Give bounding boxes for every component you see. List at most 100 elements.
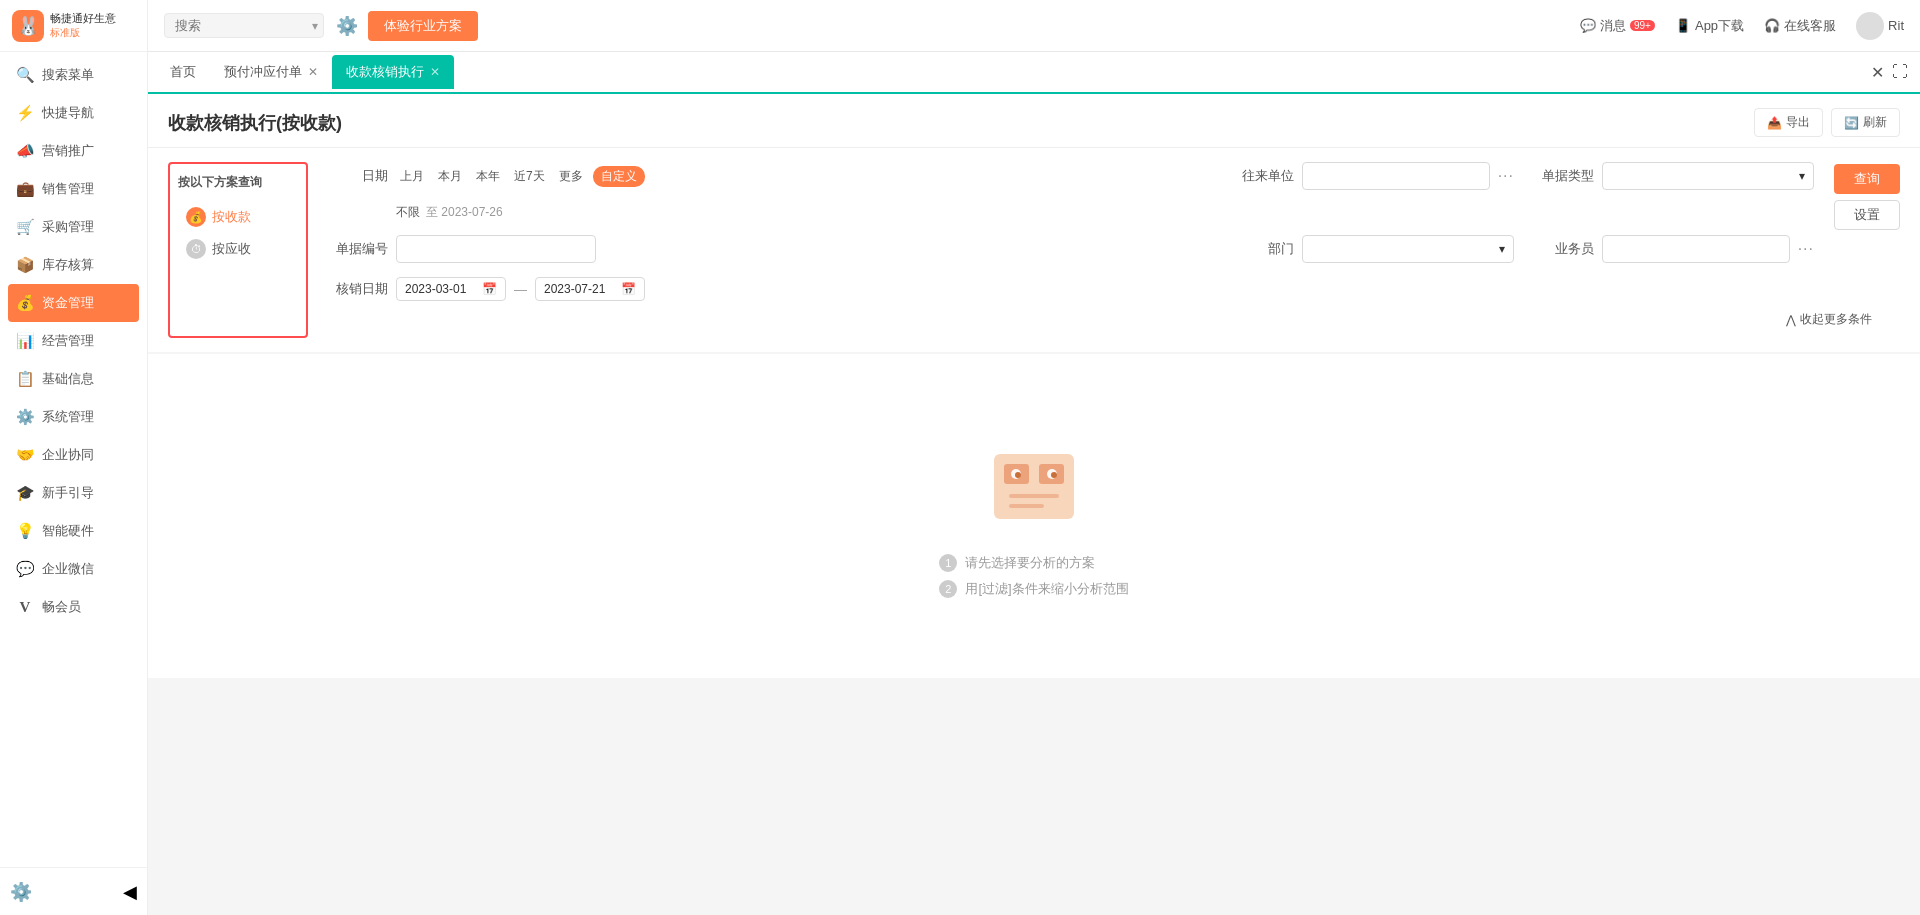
- tab-home[interactable]: 首页: [156, 55, 210, 89]
- date-more[interactable]: 更多: [555, 166, 587, 187]
- tabbar-actions: ✕ ⛶: [1871, 63, 1908, 82]
- sidebar: 🐰 畅捷通好生意 标准版 🔍 搜索菜单 ⚡ 快捷导航 📣 营销推广 💼 销售管理…: [0, 0, 148, 915]
- industry-btn[interactable]: 体验行业方案: [368, 11, 478, 41]
- collapse-row: ⋀ 收起更多条件: [328, 301, 1900, 338]
- filter-sidebar: 按以下方案查询 💰 按收款 ⏱ 按应收: [168, 162, 308, 338]
- sidebar-item-label: 资金管理: [42, 294, 94, 312]
- counterparty-filter-group: 往来单位 ···: [1234, 162, 1514, 190]
- message-btn[interactable]: 💬 消息 99+: [1580, 17, 1655, 35]
- user-name: Rit: [1888, 18, 1904, 33]
- sidebar-item-label: 采购管理: [42, 218, 94, 236]
- writeoff-end-date[interactable]: 2023-07-21 📅: [535, 277, 645, 301]
- tab-writeoff-label: 收款核销执行: [346, 63, 424, 81]
- sidebar-item-quicknav[interactable]: ⚡ 快捷导航: [0, 94, 147, 132]
- export-icon: 📤: [1767, 116, 1782, 130]
- date-7days[interactable]: 近7天: [510, 166, 549, 187]
- date-last-month[interactable]: 上月: [396, 166, 428, 187]
- inventory-icon: 📦: [16, 256, 34, 274]
- svg-rect-0: [994, 454, 1074, 519]
- sidebar-item-system[interactable]: ⚙️ 系统管理: [0, 398, 147, 436]
- collapse-sidebar-icon[interactable]: ◀: [123, 881, 137, 903]
- sidebar-item-finance[interactable]: 💰 资金管理: [8, 284, 139, 322]
- sidebar-item-guide[interactable]: 🎓 新手引导: [0, 474, 147, 512]
- sidebar-item-label: 搜索菜单: [42, 66, 94, 84]
- counterparty-label: 往来单位: [1234, 167, 1294, 185]
- message-badge: 99+: [1630, 20, 1655, 31]
- date-this-month[interactable]: 本月: [434, 166, 466, 187]
- search-menu-icon: 🔍: [16, 66, 34, 84]
- page-title: 收款核销执行(按收款): [168, 111, 342, 135]
- topbar-settings-icon[interactable]: ⚙️: [336, 15, 358, 37]
- date-filter-group: 日期 上月 本月 本年 近7天 更多 自定义: [328, 166, 1214, 187]
- svg-rect-4: [1009, 504, 1044, 508]
- sidebar-item-label: 经营管理: [42, 332, 94, 350]
- sidebar-item-label: 基础信息: [42, 370, 94, 388]
- sidebar-item-marketing[interactable]: 📣 营销推广: [0, 132, 147, 170]
- doctype-select[interactable]: ▾: [1602, 162, 1814, 190]
- filter-area: 按以下方案查询 💰 按收款 ⏱ 按应收: [148, 148, 1920, 352]
- setting-button[interactable]: 设置: [1834, 200, 1900, 230]
- staff-filter-group: 业务员 ···: [1534, 235, 1814, 263]
- topbar-search-input[interactable]: [164, 13, 324, 38]
- date-this-year[interactable]: 本年: [472, 166, 504, 187]
- dept-filter-group: 部门 ▾: [1234, 235, 1514, 263]
- docno-label: 单据编号: [328, 240, 388, 258]
- sidebar-item-sales[interactable]: 💼 销售管理: [0, 170, 147, 208]
- tip-text-1: 请先选择要分析的方案: [965, 554, 1095, 572]
- sidebar-item-member[interactable]: V 畅会员: [0, 588, 147, 626]
- app-download-btn[interactable]: 📱 App下载: [1675, 17, 1744, 35]
- filter-option-by-receivable[interactable]: ⏱ 按应收: [178, 233, 298, 265]
- filter-option-by-receipt[interactable]: 💰 按收款: [178, 201, 298, 233]
- guide-icon: 🎓: [16, 484, 34, 502]
- sidebar-item-operation[interactable]: 📊 经营管理: [0, 322, 147, 360]
- sidebar-item-label: 销售管理: [42, 180, 94, 198]
- system-icon: ⚙️: [16, 408, 34, 426]
- tip-text-2: 用[过滤]条件来缩小分析范围: [965, 580, 1128, 598]
- writeoff-start-date[interactable]: 2023-03-01 📅: [396, 277, 506, 301]
- query-button[interactable]: 查询: [1834, 164, 1900, 194]
- app-download-label: App下载: [1695, 17, 1744, 35]
- hardware-icon: 💡: [16, 522, 34, 540]
- sidebar-item-hardware[interactable]: 💡 智能硬件: [0, 512, 147, 550]
- counterparty-input[interactable]: [1302, 162, 1490, 190]
- tab-close-window-icon[interactable]: ✕: [1871, 63, 1884, 82]
- marketing-icon: 📣: [16, 142, 34, 160]
- sidebar-item-inventory[interactable]: 📦 库存核算: [0, 246, 147, 284]
- tab-prepay[interactable]: 预付冲应付单 ✕: [210, 55, 332, 89]
- collapse-button[interactable]: ⋀ 收起更多条件: [1778, 307, 1880, 332]
- sidebar-item-collab[interactable]: 🤝 企业协同: [0, 436, 147, 474]
- date-custom-tag[interactable]: 自定义: [593, 166, 645, 187]
- counterparty-dots-icon[interactable]: ···: [1498, 167, 1514, 185]
- sidebar-item-purchase[interactable]: 🛒 采购管理: [0, 208, 147, 246]
- tab-writeoff[interactable]: 收款核销执行 ✕: [332, 55, 454, 89]
- tab-expand-icon[interactable]: ⛶: [1892, 63, 1908, 82]
- date-no-limit: 不限: [396, 204, 420, 221]
- logo-title: 畅捷通好生意: [50, 11, 116, 25]
- staff-label: 业务员: [1534, 240, 1594, 258]
- empty-illustration: [974, 434, 1094, 534]
- tab-writeoff-close-icon[interactable]: ✕: [430, 65, 440, 79]
- sidebar-item-label: 营销推广: [42, 142, 94, 160]
- settings-icon[interactable]: ⚙️: [10, 881, 32, 903]
- date-shortcuts: 上月 本月 本年 近7天 更多 自定义: [396, 166, 645, 187]
- export-button[interactable]: 📤 导出: [1754, 108, 1823, 137]
- staff-dots-icon[interactable]: ···: [1798, 240, 1814, 258]
- filter-sidebar-title: 按以下方案查询: [178, 174, 298, 191]
- tab-prepay-close-icon[interactable]: ✕: [308, 65, 318, 79]
- empty-tip-2: 2 用[过滤]条件来缩小分析范围: [939, 580, 1128, 598]
- sidebar-item-search[interactable]: 🔍 搜索菜单: [0, 56, 147, 94]
- sidebar-item-basic[interactable]: 📋 基础信息: [0, 360, 147, 398]
- staff-input[interactable]: [1602, 235, 1790, 263]
- sidebar-item-label: 企业微信: [42, 560, 94, 578]
- user-area[interactable]: Rit: [1856, 12, 1904, 40]
- refresh-button[interactable]: 🔄 刷新: [1831, 108, 1900, 137]
- docno-input[interactable]: [396, 235, 596, 263]
- filter-option-receivable-label: 按应收: [212, 240, 251, 258]
- main-area: ▾ ⚙️ 体验行业方案 💬 消息 99+ 📱 App下载 🎧 在线客服 Rit: [148, 0, 1920, 915]
- dept-select[interactable]: ▾: [1302, 235, 1514, 263]
- svg-point-7: [1015, 472, 1021, 478]
- sidebar-item-label: 系统管理: [42, 408, 94, 426]
- online-service-btn[interactable]: 🎧 在线客服: [1764, 17, 1836, 35]
- topbar: ▾ ⚙️ 体验行业方案 💬 消息 99+ 📱 App下载 🎧 在线客服 Rit: [148, 0, 1920, 52]
- sidebar-item-wechat[interactable]: 💬 企业微信: [0, 550, 147, 588]
